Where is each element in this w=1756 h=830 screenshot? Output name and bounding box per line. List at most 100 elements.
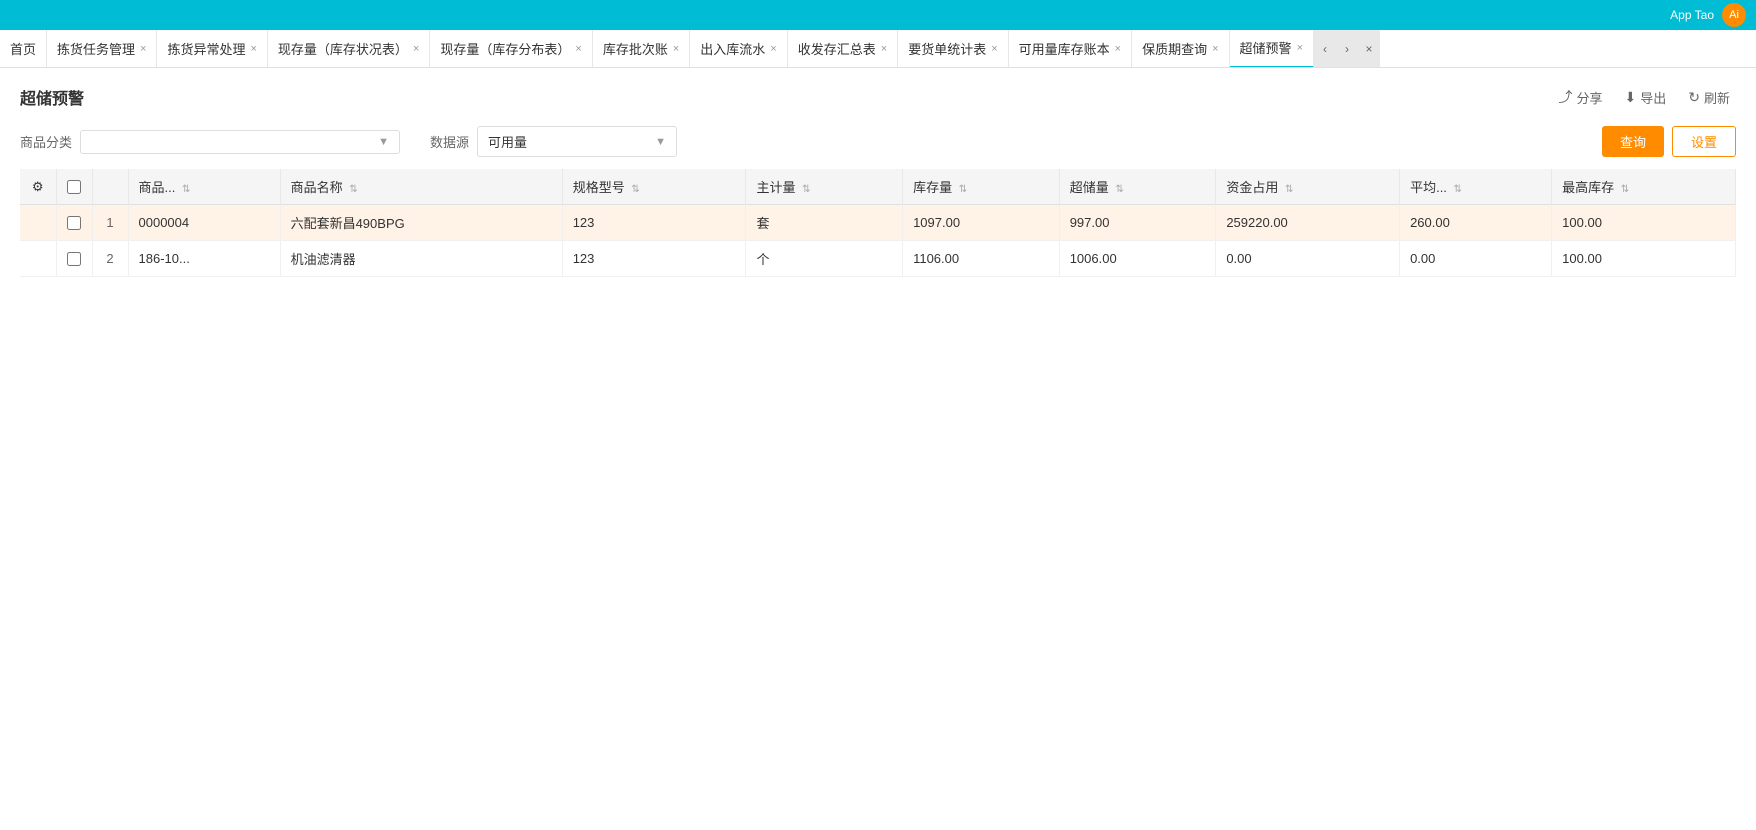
filter-section: 商品分类 ▼ 数据源 可用量 ▼ 查询 设置 [20,126,1736,157]
nav-stock-dist[interactable]: 现存量（库存分布表） × [430,30,592,68]
nav-abnormal-close[interactable]: × [250,43,256,55]
row-select-checkbox-1[interactable] [67,252,81,266]
avatar[interactable]: Ai [1722,3,1746,27]
row-capital-1: 0.00 [1216,241,1400,277]
export-icon: ⬇ [1625,89,1637,106]
table-row: 2 186-10... 机油滤清器 123 个 1106.00 1006.00 … [20,241,1736,277]
nav-batch-close[interactable]: × [673,43,679,55]
export-button[interactable]: ⬇ 导出 [1619,84,1673,111]
col-capital[interactable]: 资金占用 ⇅ [1216,169,1400,205]
page-header: 超储预警 ⤴ 分享 ⬇ 导出 ↻ 刷新 [20,83,1736,111]
col-code[interactable]: 商品... ⇅ [128,169,280,205]
page-content: 超储预警 ⤴ 分享 ⬇ 导出 ↻ 刷新 商品分类 ▼ 数据源 [0,68,1756,830]
share-icon: ⤴ [1558,87,1572,107]
nav-inout-close[interactable]: × [770,43,776,55]
refresh-button[interactable]: ↻ 刷新 [1682,84,1736,111]
datasource-filter-group: 数据源 可用量 ▼ [430,126,677,157]
col-checkbox[interactable] [56,169,92,205]
nav-overstock[interactable]: 超储预警 × [1230,30,1314,68]
datasource-value: 可用量 [488,132,527,151]
nav-available-close[interactable]: × [1115,43,1121,55]
sort-icon-capital: ⇅ [1285,184,1293,195]
col-avg[interactable]: 平均... ⇅ [1400,169,1552,205]
row-overstock-0: 997.00 [1059,205,1216,241]
row-code-1: 186-10... [128,241,280,277]
row-maxstock-1: 100.00 [1552,241,1736,277]
nav-prev[interactable]: ‹ [1314,30,1336,68]
row-name-1: 机油滤清器 [280,241,562,277]
row-code-0: 0000004 [128,205,280,241]
nav-batch[interactable]: 库存批次账 × [593,30,690,68]
nav-inout[interactable]: 出入库流水 × [690,30,787,68]
row-unit-1: 个 [746,241,903,277]
row-gear-1 [20,241,56,277]
nav-quality-close[interactable]: × [1212,43,1218,55]
category-filter-group: 商品分类 ▼ [20,130,400,154]
nav-stock-dist-close[interactable]: × [575,43,581,55]
row-num-1: 2 [92,241,128,277]
sort-icon-name: ⇅ [349,184,357,195]
nav-abnormal[interactable]: 拣货异常处理 × [157,30,267,68]
nav-more[interactable]: × [1358,30,1380,68]
nav-stock-status-close[interactable]: × [413,43,419,55]
nav-home[interactable]: 首页 [0,30,47,68]
datasource-select[interactable]: 可用量 ▼ [477,126,677,157]
sort-icon-maxstock: ⇅ [1621,184,1629,195]
sort-icon-stock: ⇅ [959,184,967,195]
app-label: App Tao [1670,8,1714,22]
nav-collect-close[interactable]: × [881,43,887,55]
nav-task[interactable]: 拣货任务管理 × [47,30,157,68]
sort-icon-avg: ⇅ [1454,184,1462,195]
row-avg-0: 260.00 [1400,205,1552,241]
col-unit[interactable]: 主计量 ⇅ [746,169,903,205]
row-stock-1: 1106.00 [903,241,1060,277]
col-rownum [92,169,128,205]
row-spec-1: 123 [562,241,746,277]
select-all-checkbox[interactable] [67,180,81,194]
sort-icon-overstock: ⇅ [1115,184,1123,195]
col-gear[interactable]: ⚙ [20,169,56,205]
row-select-checkbox-0[interactable] [67,216,81,230]
top-bar: App Tao Ai [0,0,1756,30]
nav-order-stat[interactable]: 要货单统计表 × [898,30,1008,68]
col-stock[interactable]: 库存量 ⇅ [903,169,1060,205]
row-checkbox-1[interactable] [56,241,92,277]
page-title: 超储预警 [20,85,84,109]
nav-collect[interactable]: 收发存汇总表 × [788,30,898,68]
nav-available[interactable]: 可用量库存账本 × [1009,30,1132,68]
nav-task-close[interactable]: × [140,43,146,55]
gear-icon: ⚙ [32,179,44,194]
row-capital-0: 259220.00 [1216,205,1400,241]
sort-icon-spec: ⇅ [631,184,639,195]
row-overstock-1: 1006.00 [1059,241,1216,277]
data-table: ⚙ 商品... ⇅ 商品名称 ⇅ 规格型号 ⇅ [20,169,1736,277]
category-label: 商品分类 [20,132,72,151]
sort-icon-code: ⇅ [182,184,190,195]
share-button[interactable]: ⤴ 分享 [1552,83,1608,111]
row-maxstock-0: 100.00 [1552,205,1736,241]
datasource-chevron-icon: ▼ [655,136,666,148]
col-maxstock[interactable]: 最高库存 ⇅ [1552,169,1736,205]
category-select[interactable]: ▼ [80,130,400,154]
table-body: 1 0000004 六配套新昌490BPG 123 套 1097.00 997.… [20,205,1736,277]
table-header-row: ⚙ 商品... ⇅ 商品名称 ⇅ 规格型号 ⇅ [20,169,1736,205]
nav-overstock-close[interactable]: × [1297,42,1303,54]
nav-bar: 首页 拣货任务管理 × 拣货异常处理 × 现存量（库存状况表） × 现存量（库存… [0,30,1756,68]
nav-quality[interactable]: 保质期查询 × [1132,30,1229,68]
chevron-down-icon: ▼ [378,136,389,148]
col-spec[interactable]: 规格型号 ⇅ [562,169,746,205]
row-checkbox-0[interactable] [56,205,92,241]
col-overstock[interactable]: 超储量 ⇅ [1059,169,1216,205]
refresh-icon: ↻ [1688,89,1700,106]
row-avg-1: 0.00 [1400,241,1552,277]
nav-next[interactable]: › [1336,30,1358,68]
row-num-0: 1 [92,205,128,241]
row-spec-0: 123 [562,205,746,241]
col-name[interactable]: 商品名称 ⇅ [280,169,562,205]
nav-stock-status[interactable]: 现存量（库存状况表） × [268,30,430,68]
query-button[interactable]: 查询 [1602,126,1664,157]
row-stock-0: 1097.00 [903,205,1060,241]
settings-button[interactable]: 设置 [1672,126,1736,157]
nav-order-stat-close[interactable]: × [991,43,997,55]
sort-icon-unit: ⇅ [802,184,810,195]
